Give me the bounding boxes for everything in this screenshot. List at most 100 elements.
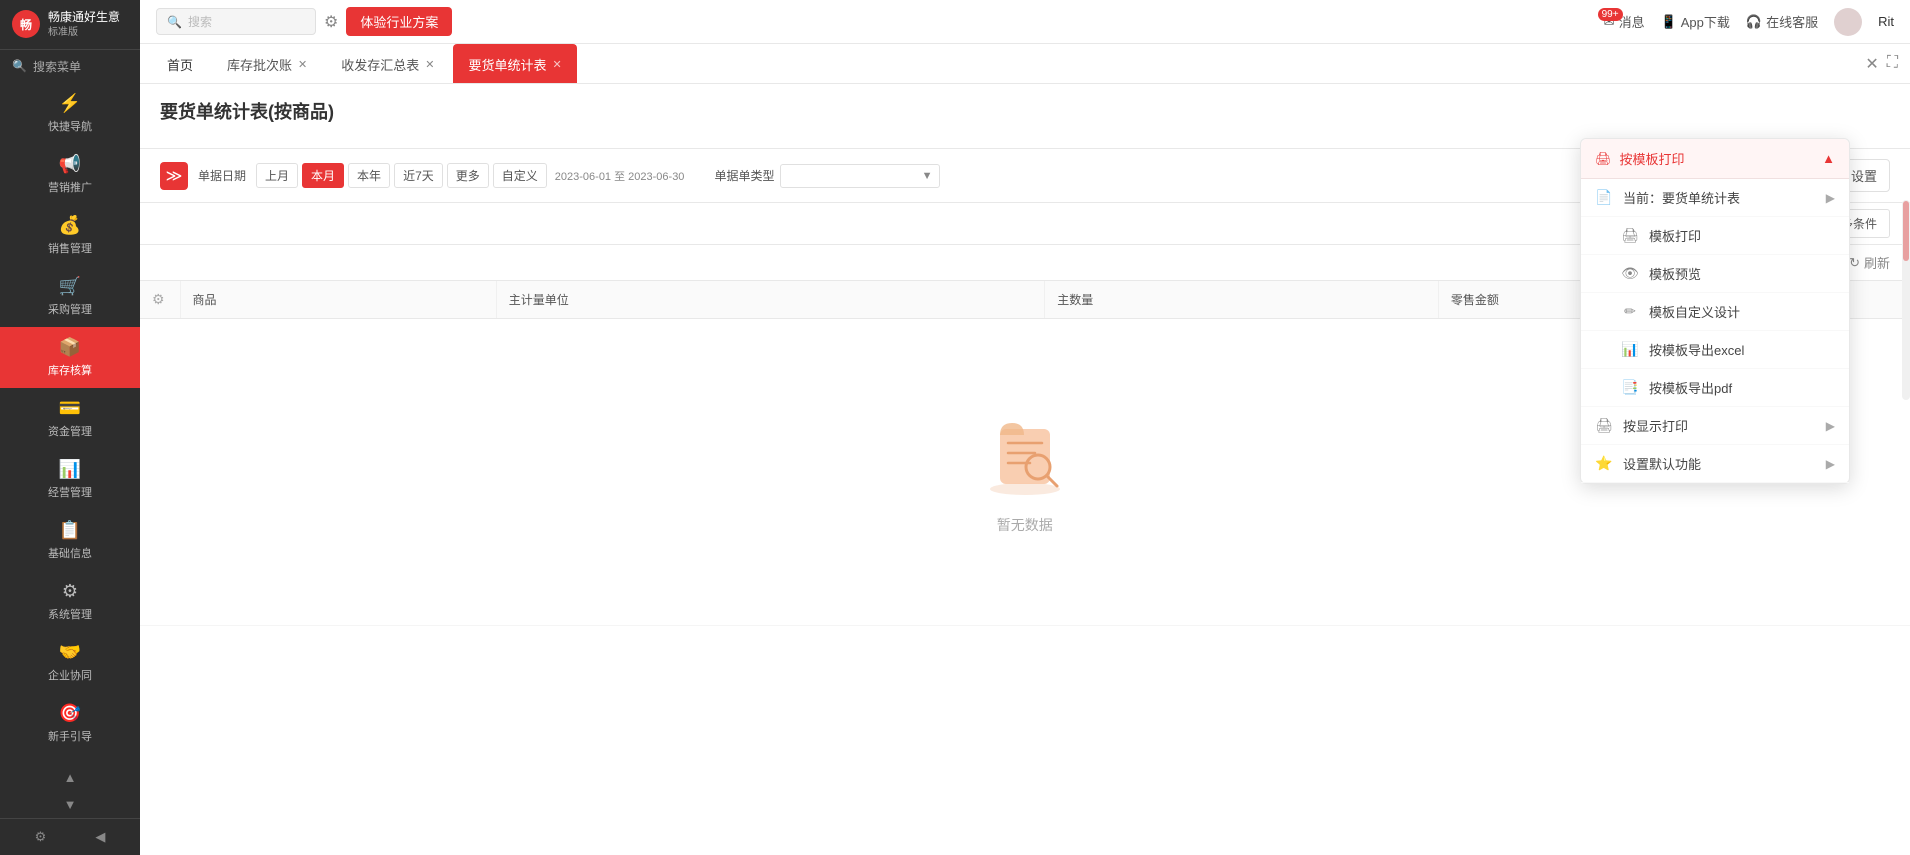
messages-btn[interactable]: ✉ 99+ 消息 (1604, 12, 1645, 31)
sidebar-item-sales[interactable]: 💰 销售管理 (0, 205, 140, 266)
sidebar-item-purchase[interactable]: 🛒 采购管理 (0, 266, 140, 327)
refresh-label: 刷新 (1864, 253, 1890, 272)
sidebar-item-finance[interactable]: 💳 资金管理 (0, 388, 140, 449)
dropdown-item-template-preview[interactable]: 👁 模板预览 (1581, 255, 1849, 293)
messages-badge: 99+ (1598, 8, 1623, 21)
date-btn-group: 上月 本月 本年 近7天 更多 自定义 2023-06-01 至 2023-06… (256, 163, 684, 188)
tab-inventory-batch-close[interactable]: ✕ (298, 58, 307, 71)
dropdown-item-template-print[interactable]: 🖨 模板打印 (1581, 217, 1849, 255)
empty-text: 暂无数据 (997, 515, 1053, 535)
sidebar-item-operation[interactable]: 📊 经营管理 (0, 449, 140, 510)
right-scrollbar[interactable] (1902, 200, 1910, 400)
dropdown-item-template-pdf[interactable]: 📑 按模板导出pdf (1581, 369, 1849, 407)
shortcut-icon: ⚡ (59, 93, 81, 114)
tab-close-all-icon[interactable]: ✕ (1865, 54, 1878, 74)
dropdown-item-template-design[interactable]: ✏ 模板自定义设计 (1581, 293, 1849, 331)
empty-illustration (975, 409, 1075, 499)
sidebar-item-inventory[interactable]: 📦 库存核算 (0, 327, 140, 388)
dropdown-item-current[interactable]: 📄 当前：要货单统计表 ▶ (1581, 179, 1849, 217)
template-design-icon: ✏ (1621, 303, 1639, 320)
sidebar-item-label: 资金管理 (48, 423, 92, 439)
online-service-btn[interactable]: 🎧 在线客服 (1746, 12, 1818, 31)
tabbar-right-btns: ✕ ⛶ (1865, 54, 1898, 74)
date-btn-this-year[interactable]: 本年 (348, 163, 390, 188)
user-avatar[interactable] (1834, 8, 1862, 36)
dropdown-item-template-print-label: 模板打印 (1649, 226, 1701, 245)
sidebar-item-label: 库存核算 (48, 362, 92, 378)
right-scrollbar-thumb (1903, 201, 1909, 261)
sidebar-bottom: ⚙ ◀ (0, 818, 140, 855)
settings-icon[interactable]: ⚙ (35, 829, 47, 845)
type-select-wrap: ▼ (780, 164, 940, 188)
display-print-icon: 🖨 (1595, 417, 1613, 434)
sidebar-search[interactable]: 🔍 搜索菜单 (0, 50, 140, 83)
tab-home-label: 首页 (167, 55, 193, 74)
tab-home[interactable]: 首页 (152, 44, 208, 83)
tab-receipt-summary[interactable]: 收发存汇总表 ✕ (326, 44, 449, 83)
template-print-icon: 🖨 (1621, 227, 1639, 244)
date-btn-7days[interactable]: 近7天 (394, 163, 443, 188)
trial-btn[interactable]: 体验行业方案 (346, 7, 452, 36)
sidebar-item-label: 销售管理 (48, 240, 92, 256)
app-download-label: App下载 (1681, 12, 1730, 31)
refresh-btn[interactable]: ↻ 刷新 (1849, 253, 1890, 272)
sidebar-scroll-up[interactable]: ▲ (0, 764, 140, 791)
type-select-group: 单据单类型 ▼ (714, 164, 940, 188)
app-download-btn[interactable]: 📱 App下载 (1661, 12, 1730, 31)
basic-icon: 📋 (59, 520, 81, 541)
dropdown-chevron-up-icon[interactable]: ▲ (1822, 151, 1835, 166)
topbar-search-box[interactable]: 🔍 搜索 (156, 8, 316, 35)
sidebar-item-basic[interactable]: 📋 基础信息 (0, 510, 140, 571)
dropdown-item-current-label: 当前：要货单统计表 (1623, 188, 1740, 207)
date-btn-custom[interactable]: 自定义 (493, 163, 547, 188)
tab-order-stats[interactable]: 要货单统计表 ✕ (453, 44, 576, 83)
col-unit: 主计量单位 (496, 281, 1045, 319)
search-label: 搜索菜单 (33, 58, 81, 75)
dropdown-item-display-print[interactable]: 🖨 按显示打印 ▶ (1581, 407, 1849, 445)
sidebar-item-shortcut[interactable]: ⚡ 快捷导航 (0, 83, 140, 144)
enterprise-icon: 🤝 (59, 642, 81, 663)
page-title: 要货单统计表(按商品) (160, 98, 1890, 124)
dropdown-item-display-print-arrow: ▶ (1826, 419, 1835, 433)
topbar: 🔍 搜索 ⚙ 体验行业方案 ✉ 99+ 消息 📱 App下载 🎧 在线客服 (140, 0, 1910, 44)
dropdown-item-template-pdf-label: 按模板导出pdf (1649, 378, 1732, 397)
sidebar-item-enterprise[interactable]: 🤝 企业协同 (0, 632, 140, 693)
sidebar-item-label: 新手引导 (48, 728, 92, 744)
tab-inventory-batch[interactable]: 库存批次账 ✕ (212, 44, 322, 83)
sidebar-item-marketing[interactable]: 📢 营销推广 (0, 144, 140, 205)
col-quantity: 主数量 (1045, 281, 1439, 319)
filter-expand-btn[interactable]: ≫ (160, 162, 188, 190)
type-select-input[interactable] (780, 164, 940, 188)
topbar-search-icon: 🔍 (167, 15, 182, 29)
tab-order-stats-label: 要货单统计表 (468, 55, 546, 74)
col-settings[interactable]: ⚙ (140, 281, 180, 319)
marketing-icon: 📢 (59, 154, 81, 175)
sidebar-item-newguide[interactable]: 🎯 新手引导 (0, 693, 140, 754)
date-btn-last-month[interactable]: 上月 (256, 163, 298, 188)
dropdown-item-display-print-label: 按显示打印 (1623, 416, 1688, 435)
date-btn-more[interactable]: 更多 (447, 163, 489, 188)
tab-maximize-icon[interactable]: ⛶ (1887, 54, 1898, 74)
sidebar-item-system[interactable]: ⚙ 系统管理 (0, 571, 140, 632)
dropdown-item-default-func-arrow: ▶ (1826, 457, 1835, 471)
sidebar-item-label: 系统管理 (48, 606, 92, 622)
dropdown-item-default-func-label: 设置默认功能 (1623, 454, 1701, 473)
logo-icon: 畅 (12, 10, 40, 38)
toggle-icon[interactable]: ◀ (95, 829, 105, 845)
dropdown-print-icon: 🖨 (1595, 151, 1612, 167)
sidebar-scroll-down[interactable]: ▼ (0, 791, 140, 818)
sidebar-item-appcenter[interactable]: 📱 应用中心 (0, 754, 140, 764)
dropdown-header-label: 按模板打印 (1620, 149, 1685, 168)
dropdown-item-default-func[interactable]: ⭐ 设置默认功能 ▶ (1581, 445, 1849, 483)
dropdown-item-template-excel-label: 按模板导出excel (1649, 340, 1744, 359)
dropdown-item-template-preview-label: 模板预览 (1649, 264, 1701, 283)
current-template-icon: 📄 (1595, 189, 1613, 206)
sidebar-item-label: 快捷导航 (48, 118, 92, 134)
topbar-gear-icon[interactable]: ⚙ (324, 12, 338, 32)
tab-order-stats-close[interactable]: ✕ (553, 58, 562, 71)
table-settings-icon[interactable]: ⚙ (152, 291, 165, 307)
date-btn-this-month[interactable]: 本月 (302, 163, 344, 188)
dropdown-item-template-excel[interactable]: 📊 按模板导出excel (1581, 331, 1849, 369)
tab-receipt-summary-close[interactable]: ✕ (425, 58, 434, 71)
app-version: 标准版 (48, 26, 120, 39)
